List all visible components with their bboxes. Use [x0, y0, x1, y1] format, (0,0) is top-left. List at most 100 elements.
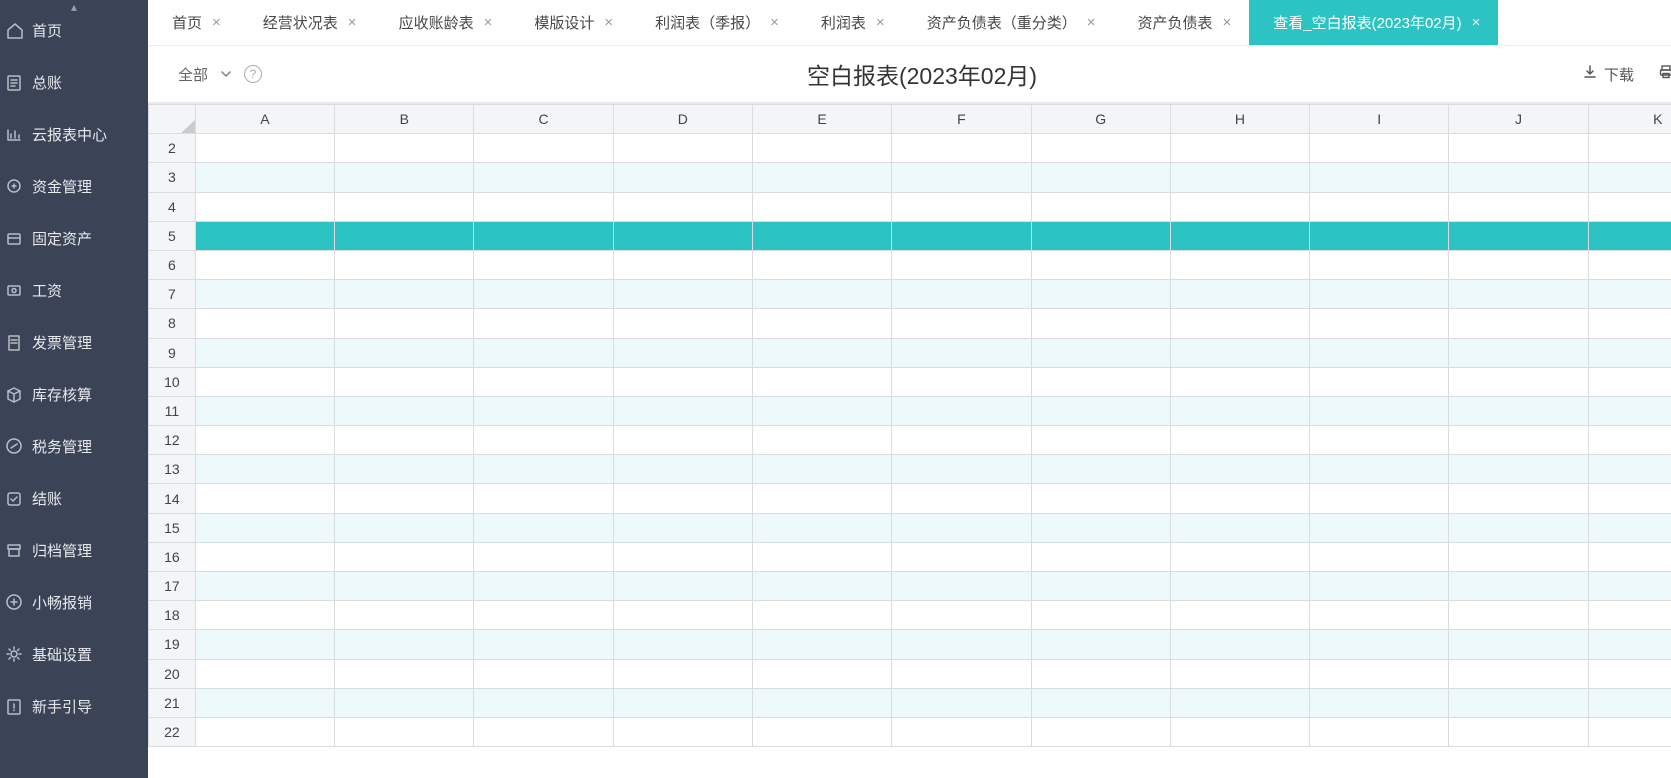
col-header[interactable]: I	[1310, 105, 1449, 134]
cell[interactable]	[1170, 367, 1309, 396]
cell[interactable]	[1310, 455, 1449, 484]
cell[interactable]	[613, 192, 752, 221]
col-header[interactable]: C	[474, 105, 613, 134]
cell[interactable]	[1310, 717, 1449, 746]
cell[interactable]	[1588, 688, 1671, 717]
cell[interactable]	[1310, 338, 1449, 367]
cell[interactable]	[474, 134, 613, 163]
cell[interactable]	[892, 542, 1031, 571]
cell[interactable]	[892, 338, 1031, 367]
tab[interactable]: 利润表（季报）×	[631, 0, 797, 45]
cell[interactable]	[1170, 134, 1309, 163]
cell[interactable]	[335, 484, 474, 513]
cell[interactable]	[195, 367, 334, 396]
cell[interactable]	[1588, 659, 1671, 688]
cell[interactable]	[752, 659, 891, 688]
cell[interactable]	[752, 221, 891, 250]
close-icon[interactable]: ×	[770, 14, 779, 31]
close-icon[interactable]: ×	[1087, 14, 1096, 31]
cell[interactable]	[1310, 280, 1449, 309]
cell[interactable]	[613, 426, 752, 455]
cell[interactable]	[892, 221, 1031, 250]
cell[interactable]	[1588, 542, 1671, 571]
cell[interactable]	[752, 484, 891, 513]
row-header[interactable]: 19	[149, 630, 196, 659]
sidebar-scroll-up[interactable]: ▴	[71, 0, 77, 14]
cell[interactable]	[1031, 163, 1170, 192]
cell[interactable]	[335, 688, 474, 717]
cell[interactable]	[892, 688, 1031, 717]
cell[interactable]	[474, 396, 613, 425]
cell[interactable]	[195, 513, 334, 542]
cell[interactable]	[1588, 455, 1671, 484]
cell[interactable]	[613, 309, 752, 338]
cell[interactable]	[1310, 630, 1449, 659]
cell[interactable]	[335, 338, 474, 367]
cell[interactable]	[1588, 717, 1671, 746]
cell[interactable]	[613, 717, 752, 746]
cell[interactable]	[335, 513, 474, 542]
cell[interactable]	[892, 484, 1031, 513]
cell[interactable]	[195, 338, 334, 367]
cell[interactable]	[474, 309, 613, 338]
cell[interactable]	[1170, 542, 1309, 571]
cell[interactable]	[474, 163, 613, 192]
cell[interactable]	[1310, 163, 1449, 192]
sidebar-item-ledger[interactable]: 总账	[0, 56, 148, 108]
cell[interactable]	[335, 250, 474, 279]
cell[interactable]	[752, 280, 891, 309]
close-icon[interactable]: ×	[348, 14, 357, 31]
cell[interactable]	[195, 455, 334, 484]
cell[interactable]	[892, 426, 1031, 455]
cell[interactable]	[1031, 455, 1170, 484]
cell[interactable]	[1449, 134, 1588, 163]
tab[interactable]: 查看_空白报表(2023年02月)×	[1249, 0, 1498, 45]
sidebar-item-invoice[interactable]: 发票管理	[0, 316, 148, 368]
cell[interactable]	[1310, 572, 1449, 601]
cell[interactable]	[195, 163, 334, 192]
cell[interactable]	[1310, 134, 1449, 163]
cell[interactable]	[474, 280, 613, 309]
cell[interactable]	[1031, 426, 1170, 455]
cell[interactable]	[752, 513, 891, 542]
cell[interactable]	[335, 280, 474, 309]
cell[interactable]	[1588, 572, 1671, 601]
cell[interactable]	[1031, 192, 1170, 221]
cell[interactable]	[1588, 250, 1671, 279]
cell[interactable]	[195, 192, 334, 221]
cell[interactable]	[474, 717, 613, 746]
close-icon[interactable]: ×	[484, 14, 493, 31]
cell[interactable]	[1170, 659, 1309, 688]
sidebar-item-chart[interactable]: 云报表中心	[0, 108, 148, 160]
cell[interactable]	[1449, 221, 1588, 250]
cell[interactable]	[1170, 601, 1309, 630]
cell[interactable]	[752, 396, 891, 425]
cell[interactable]	[1449, 513, 1588, 542]
cell[interactable]	[613, 280, 752, 309]
cell[interactable]	[613, 455, 752, 484]
cell[interactable]	[1310, 367, 1449, 396]
cell[interactable]	[1449, 542, 1588, 571]
cell[interactable]	[335, 572, 474, 601]
cell[interactable]	[1588, 338, 1671, 367]
cell[interactable]	[613, 542, 752, 571]
help-icon[interactable]: ?	[244, 65, 262, 83]
cell[interactable]	[1170, 163, 1309, 192]
cell[interactable]	[335, 309, 474, 338]
cell[interactable]	[752, 309, 891, 338]
cell[interactable]	[1170, 630, 1309, 659]
cell[interactable]	[892, 134, 1031, 163]
cell[interactable]	[1170, 484, 1309, 513]
cell[interactable]	[1031, 338, 1170, 367]
close-icon[interactable]: ×	[1222, 14, 1231, 31]
cell[interactable]	[335, 630, 474, 659]
select-all-corner[interactable]	[149, 105, 196, 134]
cell[interactable]	[1031, 542, 1170, 571]
cell[interactable]	[335, 134, 474, 163]
sidebar-item-close[interactable]: 结账	[0, 472, 148, 524]
cell[interactable]	[613, 367, 752, 396]
cell[interactable]	[1588, 513, 1671, 542]
cell[interactable]	[892, 367, 1031, 396]
cell[interactable]	[1031, 221, 1170, 250]
cell[interactable]	[1449, 601, 1588, 630]
